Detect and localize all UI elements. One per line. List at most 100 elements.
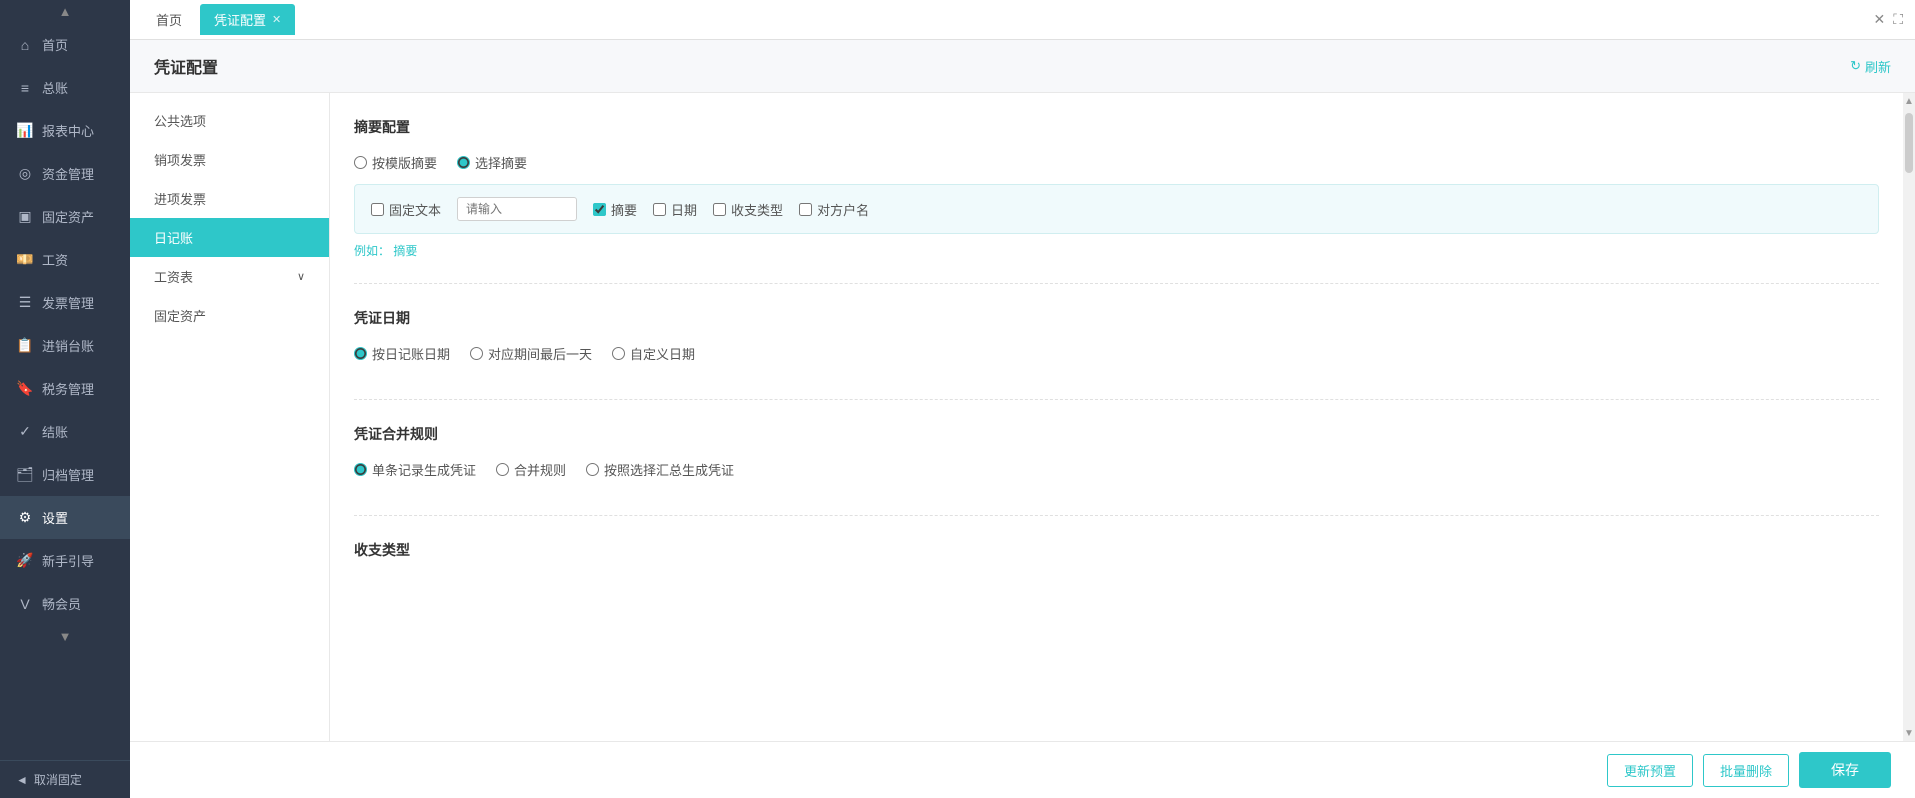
checkbox-date-input[interactable]: [653, 203, 666, 216]
batch-delete-button[interactable]: 批量删除: [1703, 754, 1789, 787]
vertical-scrollbar: ▲ ▼: [1903, 93, 1915, 741]
reports-icon: 📊: [16, 122, 34, 139]
checkbox-income-type-input[interactable]: [713, 203, 726, 216]
tab-voucher-config[interactable]: 凭证配置 ✕: [200, 4, 295, 35]
left-nav-sales-invoice[interactable]: 销项发票: [130, 140, 329, 179]
sidebar-item-settings[interactable]: ⚙ 设置: [0, 496, 130, 539]
purchase-sales-icon: 📋: [16, 337, 34, 354]
sidebar-item-reports[interactable]: 📊 报表中心: [0, 109, 130, 152]
sidebar-item-label: 发票管理: [42, 293, 94, 312]
scroll-up-arrow[interactable]: ▲: [1903, 93, 1915, 109]
left-nav-fixed-assets[interactable]: 固定资产: [130, 296, 329, 335]
tax-icon: 🔖: [16, 380, 34, 397]
invoice-icon: ☰: [16, 294, 34, 311]
radio-single-record-input[interactable]: [354, 463, 367, 476]
left-nav-label: 进项发票: [154, 189, 206, 208]
checkbox-date[interactable]: 日期: [653, 200, 697, 219]
sidebar-item-purchase-sales[interactable]: 📋 进销台账: [0, 324, 130, 367]
sidebar-item-guide[interactable]: 🚀 新手引导: [0, 539, 130, 582]
main-area: 首页 凭证配置 ✕ ✕ ⛶ 凭证配置 ↻ 刷新 公共选项 销项发票 进项: [130, 0, 1915, 798]
sidebar-item-vip[interactable]: V 畅会员: [0, 582, 130, 625]
sidebar-item-invoice-mgmt[interactable]: ☰ 发票管理: [0, 281, 130, 324]
radio-last-day[interactable]: 对应期间最后一天: [470, 344, 592, 363]
checkbox-income-type[interactable]: 收支类型: [713, 200, 783, 219]
tab-actions: ✕ ⛶: [1873, 11, 1903, 28]
checkbox-fixed-text[interactable]: 固定文本: [371, 200, 441, 219]
radio-select-summary[interactable]: 选择摘要: [457, 153, 527, 172]
close-window-button[interactable]: ✕: [1873, 11, 1885, 28]
sidebar-bottom-label: 取消固定: [34, 771, 82, 788]
fixed-text-input[interactable]: [457, 197, 577, 221]
left-nav-public-options[interactable]: 公共选项: [130, 101, 329, 140]
sidebar-item-settlement[interactable]: ✓ 结账: [0, 410, 130, 453]
sidebar-item-assets[interactable]: ▣ 固定资产: [0, 195, 130, 238]
tab-close-icon[interactable]: ✕: [272, 13, 281, 26]
summary-radio-group: 按模版摘要 选择摘要: [354, 153, 1879, 172]
settlement-icon: ✓: [16, 423, 34, 440]
save-button[interactable]: 保存: [1799, 752, 1891, 788]
left-nav-journal[interactable]: 日记账: [130, 218, 329, 257]
summary-config-section: 摘要配置 按模版摘要 选择摘要 固定文本: [354, 117, 1879, 284]
update-preview-button[interactable]: 更新预置: [1607, 754, 1693, 787]
voucher-date-section: 凭证日期 按日记账日期 对应期间最后一天 自定义日期: [354, 308, 1879, 400]
sidebar-item-ledger[interactable]: ≡ 总账: [0, 66, 130, 109]
radio-select-summary-input[interactable]: [457, 156, 470, 169]
radio-by-selection[interactable]: 按照选择汇总生成凭证: [586, 460, 734, 479]
page-title: 凭证配置: [154, 54, 218, 78]
radio-by-journal-date[interactable]: 按日记账日期: [354, 344, 450, 363]
guide-icon: 🚀: [16, 552, 34, 569]
example-text: 例如： 摘要: [354, 242, 1879, 259]
scroll-down-arrow[interactable]: ▼: [1903, 725, 1915, 741]
home-icon: ⌂: [16, 37, 34, 53]
sidebar-item-label: 工资: [42, 250, 68, 269]
sidebar-unpin[interactable]: ◄ 取消固定: [0, 760, 130, 798]
sidebar-item-label: 设置: [42, 508, 68, 527]
left-nav-label: 固定资产: [154, 306, 206, 325]
voucher-date-radio-group: 按日记账日期 对应期间最后一天 自定义日期: [354, 344, 1879, 363]
sidebar-item-label: 归档管理: [42, 465, 94, 484]
left-nav-payroll[interactable]: 工资表 ∨: [130, 257, 329, 296]
checkbox-counterpart[interactable]: 对方户名: [799, 200, 869, 219]
ledger-icon: ≡: [16, 80, 34, 96]
right-content: 摘要配置 按模版摘要 选择摘要 固定文本: [330, 93, 1903, 741]
tab-bar: 首页 凭证配置 ✕ ✕ ⛶: [130, 0, 1915, 40]
checkbox-summary-input[interactable]: [593, 203, 606, 216]
left-nav-label: 销项发票: [154, 150, 206, 169]
sidebar-item-tax[interactable]: 🔖 税务管理: [0, 367, 130, 410]
radio-merge-rules[interactable]: 合并规则: [496, 460, 566, 479]
left-nav: 公共选项 销项发票 进项发票 日记账 工资表 ∨ 固定资产: [130, 93, 330, 741]
tab-home[interactable]: 首页: [142, 4, 196, 35]
expand-window-button[interactable]: ⛶: [1893, 11, 1903, 28]
sidebar-item-label: 结账: [42, 422, 68, 441]
radio-last-day-input[interactable]: [470, 347, 483, 360]
merge-rules-section: 凭证合并规则 单条记录生成凭证 合并规则 按照选择汇总生成凭证: [354, 424, 1879, 516]
sidebar-scroll-down[interactable]: ▼: [0, 625, 130, 648]
merge-rules-radio-group: 单条记录生成凭证 合并规则 按照选择汇总生成凭证: [354, 460, 1879, 479]
radio-by-journal-date-input[interactable]: [354, 347, 367, 360]
sidebar-item-archive[interactable]: 🗂 归档管理: [0, 453, 130, 496]
radio-merge-rules-input[interactable]: [496, 463, 509, 476]
sidebar-item-salary[interactable]: 💴 工资: [0, 238, 130, 281]
sidebar-item-funds[interactable]: ◎ 资金管理: [0, 152, 130, 195]
checkbox-counterpart-input[interactable]: [799, 203, 812, 216]
refresh-icon: ↻: [1850, 58, 1861, 74]
radio-template-summary-input[interactable]: [354, 156, 367, 169]
left-nav-purchase-invoice[interactable]: 进项发票: [130, 179, 329, 218]
archive-icon: 🗂: [16, 466, 34, 483]
radio-custom-date-input[interactable]: [612, 347, 625, 360]
checkbox-summary[interactable]: 摘要: [593, 200, 637, 219]
radio-by-selection-input[interactable]: [586, 463, 599, 476]
summary-config-title: 摘要配置: [354, 117, 1879, 137]
radio-single-record[interactable]: 单条记录生成凭证: [354, 460, 476, 479]
checkbox-fixed-text-input[interactable]: [371, 203, 384, 216]
sidebar-scroll-up[interactable]: ▲: [0, 0, 130, 23]
refresh-button[interactable]: ↻ 刷新: [1850, 57, 1891, 76]
left-nav-label: 日记账: [154, 228, 193, 247]
radio-template-summary[interactable]: 按模版摘要: [354, 153, 437, 172]
assets-icon: ▣: [16, 208, 34, 225]
sidebar-item-label: 固定资产: [42, 207, 94, 226]
sidebar-item-home[interactable]: ⌂ 首页: [0, 23, 130, 66]
radio-custom-date[interactable]: 自定义日期: [612, 344, 695, 363]
checkbox-summary-label: 摘要: [611, 200, 637, 219]
scroll-thumb[interactable]: [1905, 113, 1913, 173]
